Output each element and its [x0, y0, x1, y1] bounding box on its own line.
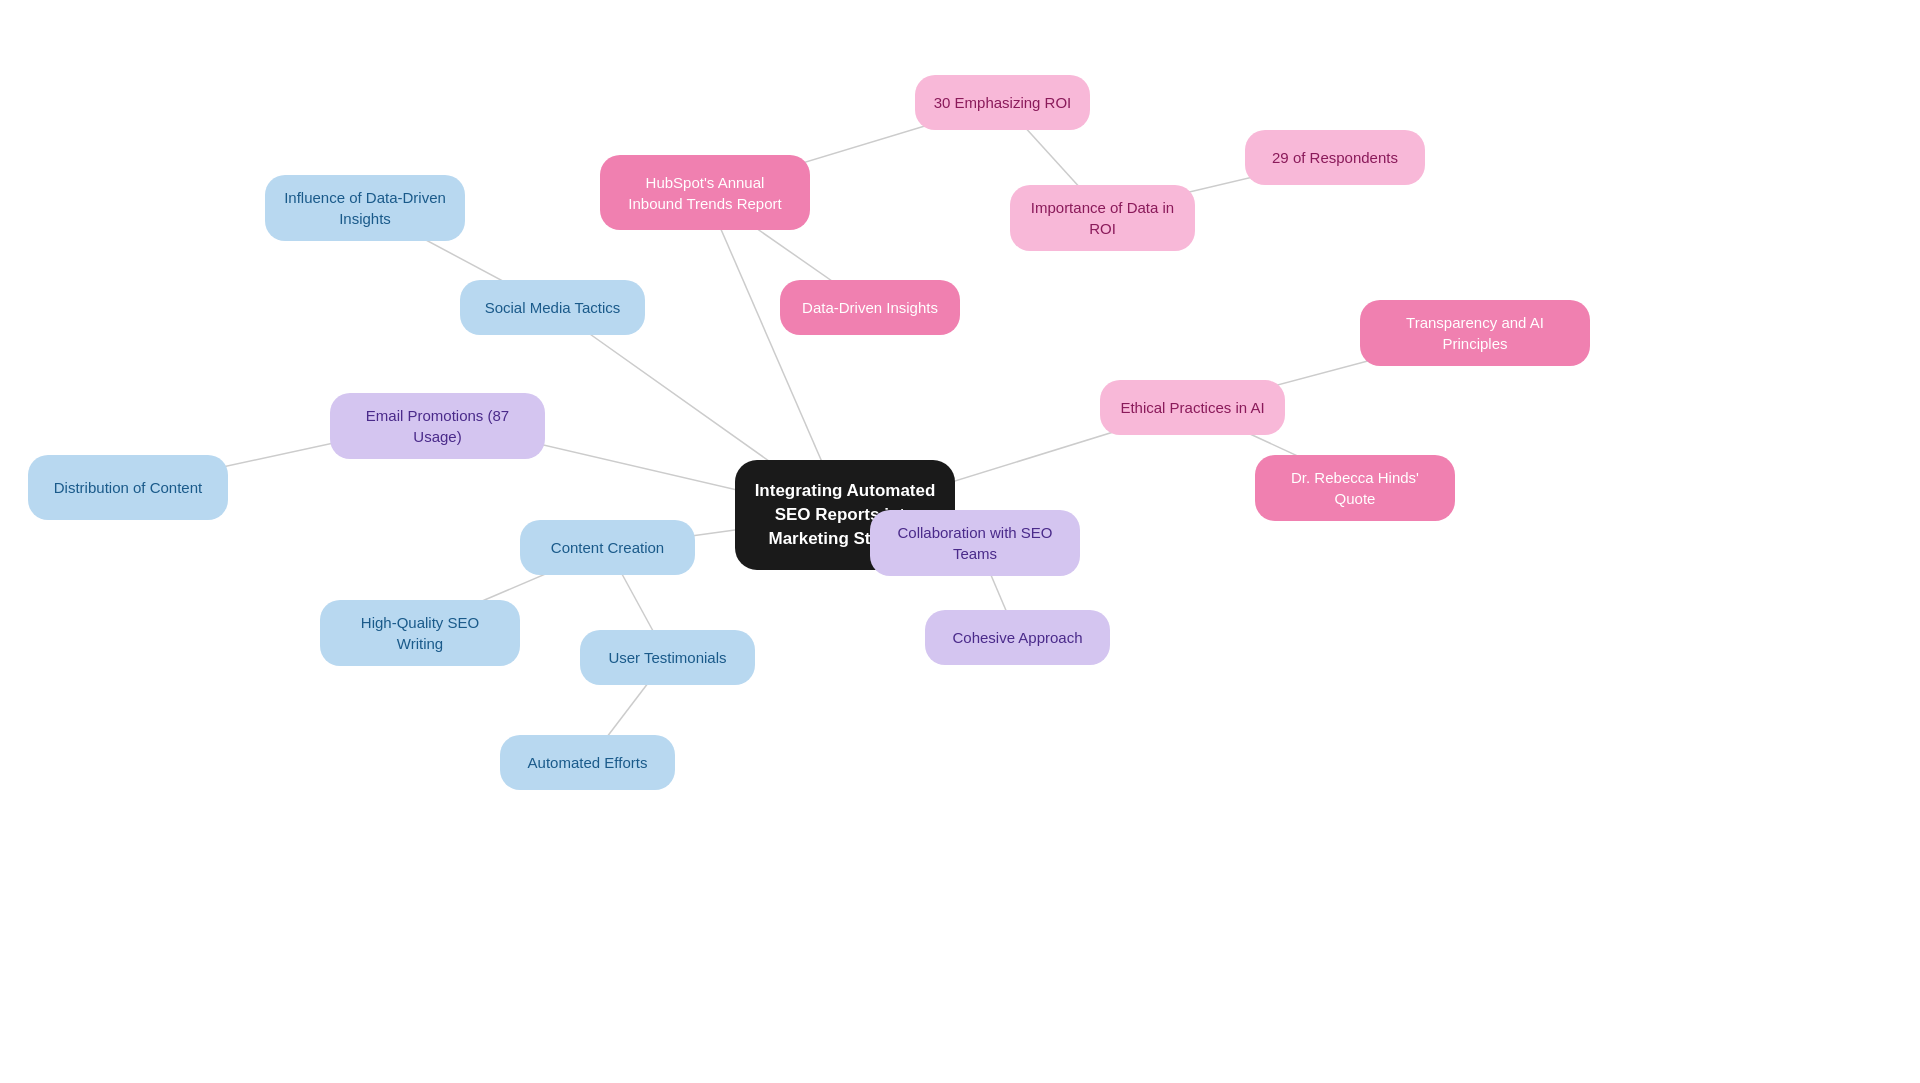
- node-data-driven[interactable]: Data-Driven Insights: [780, 280, 960, 335]
- node-hubspot[interactable]: HubSpot's Annual Inbound Trends Report: [600, 155, 810, 230]
- node-automated-efforts[interactable]: Automated Efforts: [500, 735, 675, 790]
- node-ethical[interactable]: Ethical Practices in AI: [1100, 380, 1285, 435]
- node-user-testimonials[interactable]: User Testimonials: [580, 630, 755, 685]
- node-content-creation[interactable]: Content Creation: [520, 520, 695, 575]
- node-transparency[interactable]: Transparency and AI Principles: [1360, 300, 1590, 366]
- node-importance-roi[interactable]: Importance of Data in ROI: [1010, 185, 1195, 251]
- node-distribution[interactable]: Distribution of Content: [28, 455, 228, 520]
- node-influence-data[interactable]: Influence of Data-Driven Insights: [265, 175, 465, 241]
- node-social-media[interactable]: Social Media Tactics: [460, 280, 645, 335]
- node-emphasizing-roi[interactable]: 30 Emphasizing ROI: [915, 75, 1090, 130]
- node-cohesive[interactable]: Cohesive Approach: [925, 610, 1110, 665]
- node-dr-rebecca[interactable]: Dr. Rebecca Hinds' Quote: [1255, 455, 1455, 521]
- node-respondents[interactable]: 29 of Respondents: [1245, 130, 1425, 185]
- node-email-promotions[interactable]: Email Promotions (87 Usage): [330, 393, 545, 459]
- mind-map: Integrating Automated SEO Reports into M…: [0, 0, 1920, 1083]
- node-collab-seo[interactable]: Collaboration with SEO Teams: [870, 510, 1080, 576]
- node-hq-seo[interactable]: High-Quality SEO Writing: [320, 600, 520, 666]
